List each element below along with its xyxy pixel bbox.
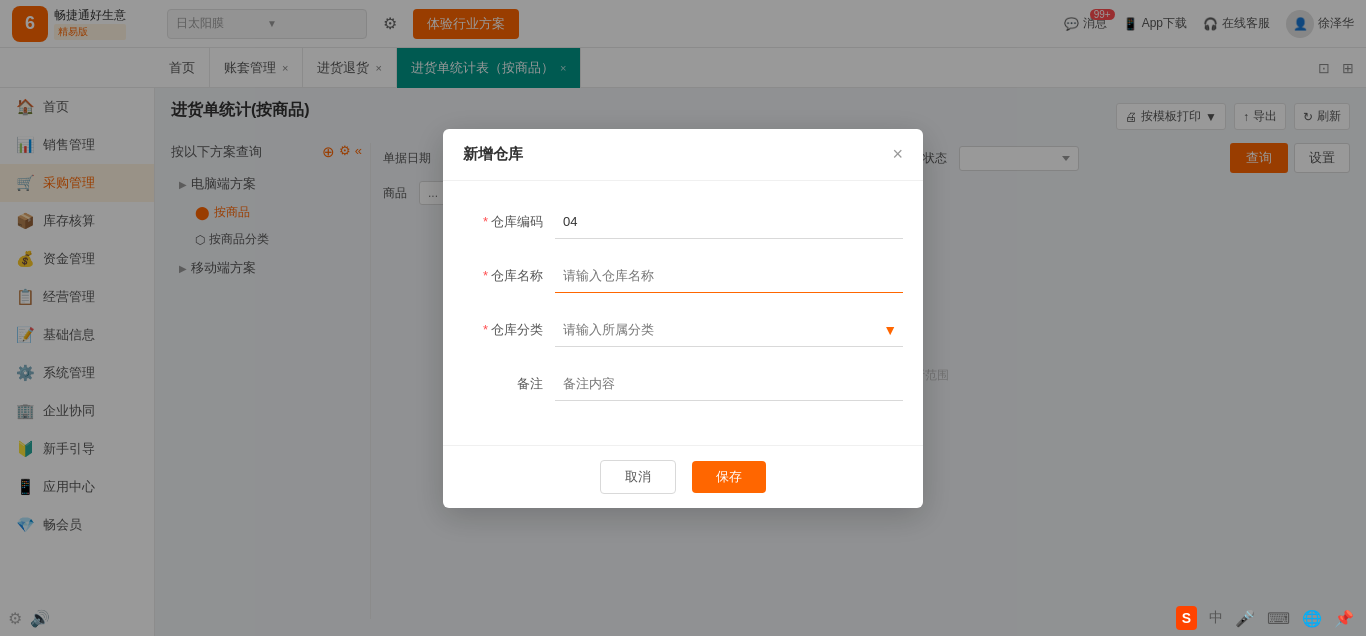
form-row-note: 备注 (463, 367, 903, 401)
s-logo-icon: S (1176, 606, 1197, 630)
category-dropdown-icon: ▼ (883, 322, 897, 338)
name-input[interactable] (555, 259, 903, 293)
form-row-name: 仓库名称 (463, 259, 903, 293)
name-label: 仓库名称 (463, 267, 543, 285)
mic-icon[interactable]: 🎤 (1235, 609, 1255, 628)
cancel-button[interactable]: 取消 (600, 460, 676, 494)
form-row-code: 仓库编码 (463, 205, 903, 239)
save-button[interactable]: 保存 (692, 461, 766, 493)
bottom-bar: S 中 🎤 ⌨ 🌐 📌 (1164, 600, 1366, 636)
code-label: 仓库编码 (463, 213, 543, 231)
modal-close-button[interactable]: × (892, 145, 903, 163)
category-label: 仓库分类 (463, 321, 543, 339)
chinese-icon[interactable]: 中 (1209, 609, 1223, 627)
note-label: 备注 (463, 375, 543, 393)
modal-header: 新增仓库 × (443, 129, 923, 181)
form-row-category: 仓库分类 ▼ (463, 313, 903, 347)
modal-footer: 取消 保存 (443, 445, 923, 508)
translate-icon[interactable]: 🌐 (1302, 609, 1322, 628)
modal-overlay[interactable]: 新增仓库 × 仓库编码 仓库名称 仓库分类 ▼ (0, 0, 1366, 636)
code-input[interactable] (555, 205, 903, 239)
category-select-wrap: ▼ (555, 313, 903, 347)
keyboard-icon[interactable]: ⌨ (1267, 609, 1290, 628)
modal-body: 仓库编码 仓库名称 仓库分类 ▼ 备注 (443, 181, 923, 445)
category-input[interactable] (555, 313, 903, 347)
pin-icon[interactable]: 📌 (1334, 609, 1354, 628)
note-input[interactable] (555, 367, 903, 401)
modal-new-warehouse: 新增仓库 × 仓库编码 仓库名称 仓库分类 ▼ (443, 129, 923, 508)
modal-title: 新增仓库 (463, 145, 523, 164)
